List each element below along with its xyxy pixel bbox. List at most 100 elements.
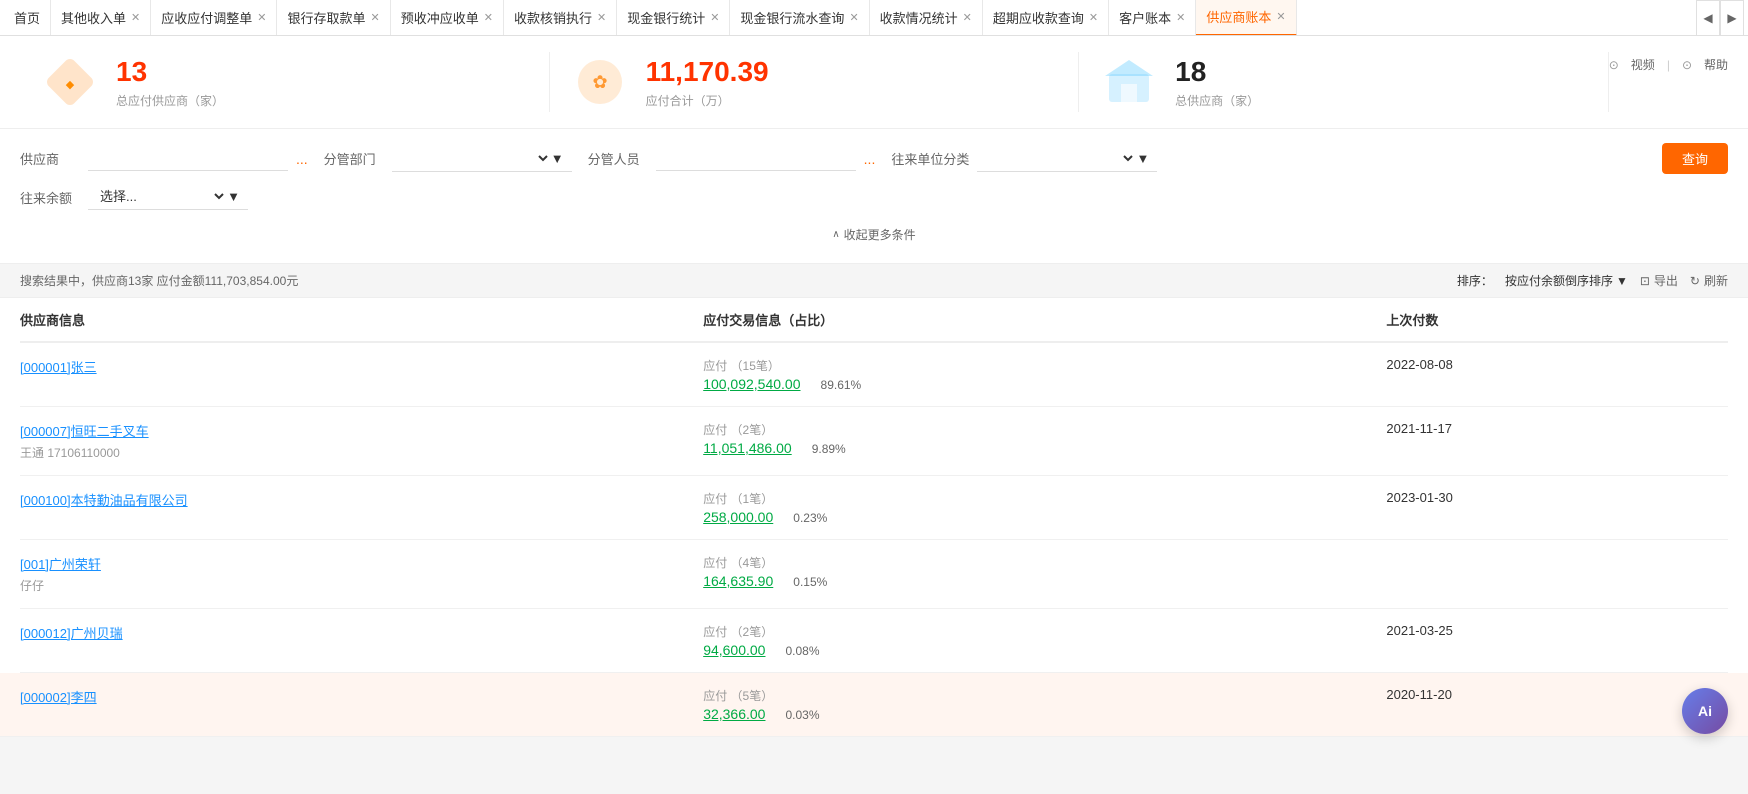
person-dots-button[interactable]: ... xyxy=(864,151,876,167)
nav-prev-button[interactable]: ◀ xyxy=(1696,0,1720,36)
tx-percent: 9.89% xyxy=(812,442,846,456)
svg-text:✿: ✿ xyxy=(592,72,607,92)
tab-customer-ledger[interactable]: 客户账本 ✕ xyxy=(1109,0,1196,36)
table-row: [000002]李四 应付 （5笔） 32,366.00 0.03% 2020-… xyxy=(0,673,1748,737)
nav-next-button[interactable]: ▶ xyxy=(1720,0,1744,36)
tx-amount[interactable]: 94,600.00 xyxy=(703,642,765,658)
person-filter: 分管人员 ... xyxy=(588,147,876,171)
collapse-button[interactable]: ∧ 收起更多条件 xyxy=(20,220,1728,249)
grain-icon: ✿ xyxy=(570,52,630,112)
sort-button[interactable]: 按应付余额倒序排序 ▼ xyxy=(1505,272,1628,289)
supplier-contact: 仔仔 xyxy=(20,577,703,594)
dept-label: 分管部门 xyxy=(324,149,384,168)
table-row: [001]广州荣轩 仔仔 应付 （4笔） 164,635.90 0.15% xyxy=(20,540,1728,609)
tab-other-income[interactable]: 其他收入单 ✕ xyxy=(51,0,151,36)
payable-total-number: 11,170.39 xyxy=(646,55,769,89)
filter-row-2: 往来余额 选择... ▼ xyxy=(20,184,1728,210)
payable-suppliers-summary: ◆ 13 总应付供应商（家） xyxy=(20,52,550,112)
close-icon[interactable]: ✕ xyxy=(710,11,719,24)
supplier-link[interactable]: [001]广州荣轩 xyxy=(20,554,703,573)
tx-info-cell: 应付 （2笔） 94,600.00 0.08% xyxy=(703,623,1386,658)
filter-row-1: 供应商 ... 分管部门 ▼ 分管人员 ... 往来单位分类 xyxy=(20,143,1728,174)
total-suppliers-number: 18 xyxy=(1175,55,1259,89)
supplier-filter: 供应商 ... xyxy=(20,147,308,171)
tx-amount[interactable]: 100,092,540.00 xyxy=(703,376,800,392)
table-header-row: 供应商信息 应付交易信息（占比） 上次付数 xyxy=(20,298,1728,343)
tab-bank-deposit[interactable]: 银行存取款单 ✕ xyxy=(277,0,390,36)
close-icon[interactable]: ✕ xyxy=(484,11,493,24)
nav-arrows: ◀ ▶ xyxy=(1696,0,1744,36)
last-pay-header: 上次付数 xyxy=(1386,310,1728,329)
store-icon xyxy=(1099,52,1159,112)
close-icon[interactable]: ✕ xyxy=(963,11,972,24)
supplier-info-cell: [000002]李四 xyxy=(20,687,703,706)
diamond-icon: ◆ xyxy=(40,52,100,112)
supplier-link[interactable]: [000012]广州贝瑞 xyxy=(20,623,703,642)
divider: | xyxy=(1667,58,1670,72)
tab-prepay-ar[interactable]: 预收冲应收单 ✕ xyxy=(391,0,504,36)
sort-label: 排序： xyxy=(1457,272,1493,289)
supplier-input[interactable] xyxy=(88,147,288,171)
dept-filter: 分管部门 ▼ xyxy=(324,146,572,172)
payable-total-summary: ✿ 11,170.39 应付合计（万） xyxy=(550,52,1080,112)
last-pay-cell: 2021-03-25 xyxy=(1386,623,1728,638)
supplier-link[interactable]: [000100]本特勤油品有限公司 xyxy=(20,490,703,509)
video-link[interactable]: 视频 xyxy=(1631,56,1655,73)
close-icon[interactable]: ✕ xyxy=(371,11,380,24)
tx-info-cell: 应付 （4笔） 164,635.90 0.15% xyxy=(703,554,1386,589)
tx-percent: 0.03% xyxy=(785,708,819,722)
tab-supplier-ledger[interactable]: 供应商账本 ✕ xyxy=(1196,0,1296,36)
supplier-dots-button[interactable]: ... xyxy=(296,151,308,167)
payable-suppliers-label: 总应付供应商（家） xyxy=(116,92,224,109)
supplier-info-cell: [001]广州荣轩 仔仔 xyxy=(20,554,703,594)
tx-percent: 0.08% xyxy=(785,644,819,658)
close-icon[interactable]: ✕ xyxy=(1176,11,1185,24)
balance-select[interactable]: 选择... xyxy=(96,188,227,205)
close-icon[interactable]: ✕ xyxy=(597,11,606,24)
tab-cash-flow[interactable]: 现金银行流水查询 ✕ xyxy=(730,0,869,36)
tab-ar-ap-adjust[interactable]: 应收应付调整单 ✕ xyxy=(151,0,277,36)
help-icon: ⊙ xyxy=(1682,58,1692,72)
person-input[interactable] xyxy=(656,147,856,171)
supplier-info-cell: [000001]张三 xyxy=(20,357,703,376)
supplier-link[interactable]: [000001]张三 xyxy=(20,357,703,376)
tab-cash-bank-stat[interactable]: 现金银行统计 ✕ xyxy=(617,0,730,36)
results-actions: 排序： 按应付余额倒序排序 ▼ ⊡ 导出 ↻ 刷新 xyxy=(1457,272,1728,289)
supplier-table: 供应商信息 应付交易信息（占比） 上次付数 [000001]张三 应付 （15笔… xyxy=(0,298,1748,737)
supplier-info-header: 供应商信息 xyxy=(20,310,703,329)
payable-total-label: 应付合计（万） xyxy=(646,92,769,109)
dept-select[interactable] xyxy=(400,150,551,167)
close-icon[interactable]: ✕ xyxy=(257,11,266,24)
tx-amount[interactable]: 32,366.00 xyxy=(703,706,765,722)
sort-dropdown-icon: ▼ xyxy=(1616,274,1628,288)
ai-assistant-button[interactable]: Ai xyxy=(1682,688,1728,734)
last-pay-cell: 2020-11-20 xyxy=(1386,687,1728,702)
close-icon[interactable]: ✕ xyxy=(1089,11,1098,24)
help-link[interactable]: 帮助 xyxy=(1704,56,1728,73)
close-icon[interactable]: ✕ xyxy=(131,11,140,24)
close-icon[interactable]: ✕ xyxy=(1276,10,1285,23)
unit-category-select[interactable] xyxy=(985,150,1136,167)
tx-amount[interactable]: 11,051,486.00 xyxy=(703,440,792,456)
supplier-contact: 王通 17106110000 xyxy=(20,444,703,461)
tx-amount[interactable]: 258,000.00 xyxy=(703,509,773,525)
chevron-up-icon: ∧ xyxy=(832,229,839,240)
supplier-info-cell: [000100]本特勤油品有限公司 xyxy=(20,490,703,509)
close-icon[interactable]: ✕ xyxy=(849,11,858,24)
query-button[interactable]: 查询 xyxy=(1662,143,1728,174)
table-row: [000007]恒旺二手叉车 王通 17106110000 应付 （2笔） 11… xyxy=(20,407,1728,476)
tab-overdue-ar[interactable]: 超期应收款查询 ✕ xyxy=(983,0,1109,36)
table-row: [000001]张三 应付 （15笔） 100,092,540.00 89.61… xyxy=(20,343,1728,407)
tx-amount[interactable]: 164,635.90 xyxy=(703,573,773,589)
last-pay-cell: 2023-01-30 xyxy=(1386,490,1728,505)
tab-home[interactable]: 首页 xyxy=(4,0,51,36)
last-pay-cell: 2022-08-08 xyxy=(1386,357,1728,372)
refresh-button[interactable]: ↻ 刷新 xyxy=(1690,272,1728,289)
export-button[interactable]: ⊡ 导出 xyxy=(1640,272,1678,289)
supplier-link[interactable]: [000002]李四 xyxy=(20,687,703,706)
tab-receipt-stat[interactable]: 收款情况统计 ✕ xyxy=(870,0,983,36)
tab-receipt-exec[interactable]: 收款核销执行 ✕ xyxy=(504,0,617,36)
tx-percent: 0.23% xyxy=(793,511,827,525)
supplier-link[interactable]: [000007]恒旺二手叉车 xyxy=(20,421,703,440)
tx-percent: 0.15% xyxy=(793,575,827,589)
